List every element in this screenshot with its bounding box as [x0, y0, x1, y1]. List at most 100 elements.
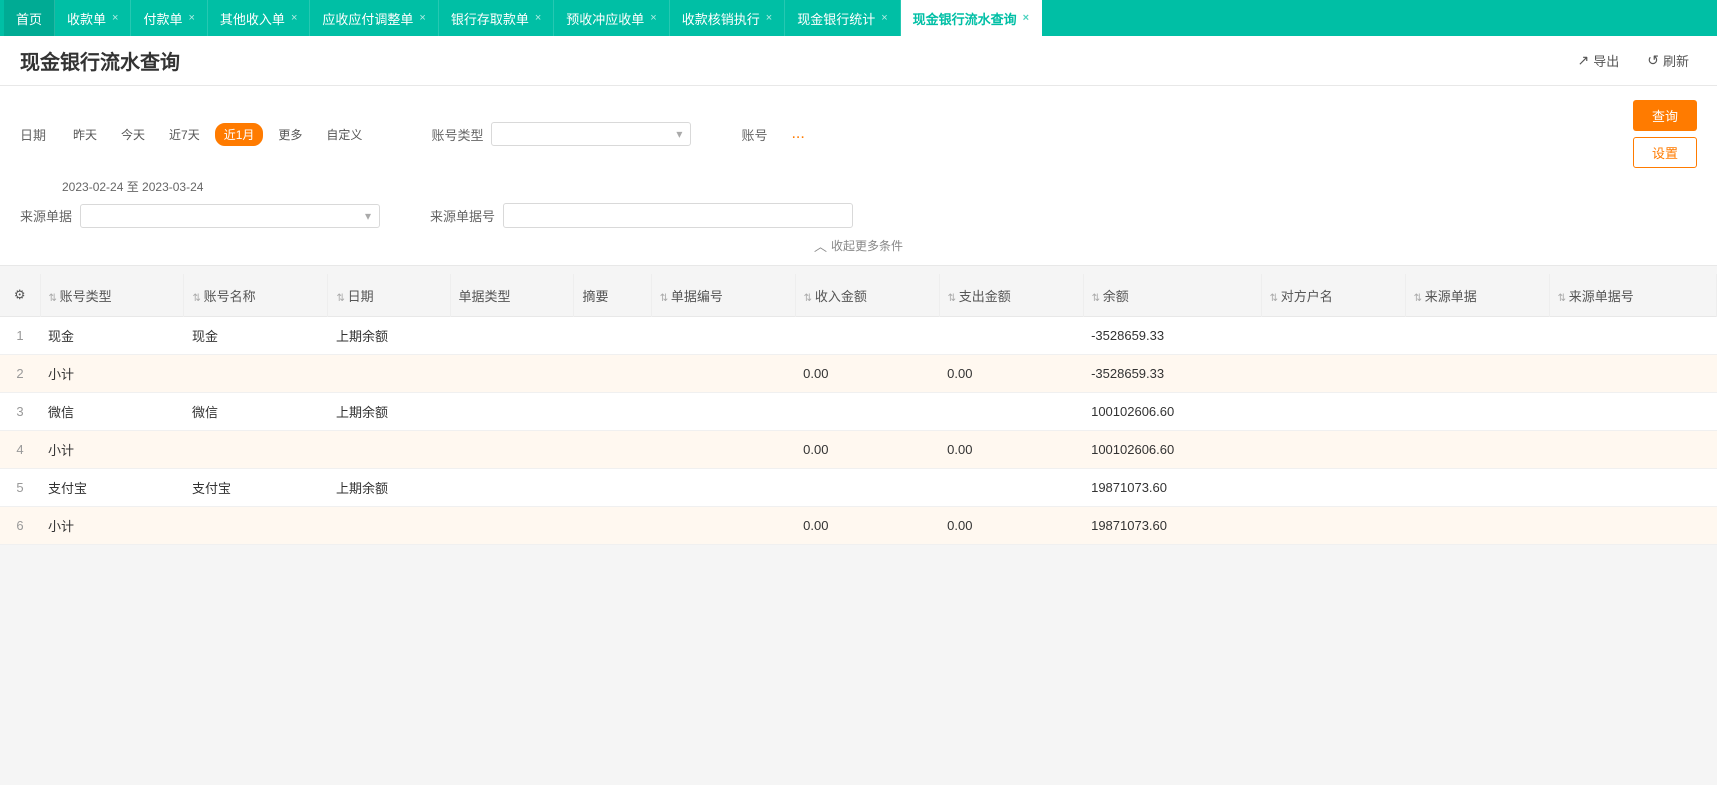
- cell-income: [795, 393, 939, 431]
- account-label: 账号: [741, 125, 777, 144]
- close-cash-flow-icon[interactable]: ×: [1023, 12, 1029, 24]
- nav-tab-bank-deposit[interactable]: 银行存取款单 ×: [439, 0, 554, 36]
- col-source-doc[interactable]: ⇅ 来源单据: [1405, 274, 1549, 317]
- nav-tab-payment[interactable]: 付款单 ×: [131, 0, 207, 36]
- cell-counterparty: [1261, 355, 1405, 393]
- cell-doc-type: [450, 507, 574, 545]
- col-expense[interactable]: ⇅ 支出金额: [939, 274, 1083, 317]
- date-btn-1month[interactable]: 近1月: [215, 123, 264, 146]
- cell-summary: [574, 469, 651, 507]
- settings-button[interactable]: 设置: [1633, 137, 1697, 168]
- nav-tab-home[interactable]: 首页: [4, 0, 55, 36]
- sort-icon: ⇅: [336, 293, 347, 304]
- cell-source-doc-no: [1549, 469, 1716, 507]
- col-source-doc-no[interactable]: ⇅ 来源单据号: [1549, 274, 1716, 317]
- source-doc-label: 来源单据: [20, 206, 72, 225]
- account-type-select[interactable]: ▾: [491, 122, 691, 146]
- date-filter-group: 日期 昨天 今天 近7天 近1月 更多 自定义: [20, 123, 371, 146]
- close-receipt-icon[interactable]: ×: [112, 12, 118, 24]
- cell-summary: [574, 393, 651, 431]
- chevron-up-icon: ︿: [814, 236, 827, 255]
- close-cash-stat-icon[interactable]: ×: [881, 12, 887, 24]
- query-button[interactable]: 查询: [1633, 100, 1697, 131]
- nav-tab-receipt[interactable]: 收款单 ×: [55, 0, 131, 36]
- cell-account-type: 小计: [40, 431, 184, 469]
- account-type-chevron-icon: ▾: [676, 127, 682, 141]
- export-button[interactable]: ↗ 导出: [1570, 47, 1628, 74]
- nav-tab-cash-flow[interactable]: 现金银行流水查询 ×: [901, 0, 1042, 36]
- date-btn-more[interactable]: 更多: [269, 123, 311, 146]
- cell-date: 上期余额: [328, 317, 450, 355]
- row-number: 4: [0, 431, 40, 469]
- cell-doc-type: [450, 431, 574, 469]
- cell-counterparty: [1261, 393, 1405, 431]
- data-table: ⚙ ⇅ 账号类型 ⇅ 账号名称 ⇅ 日期 单据类型 摘: [0, 274, 1717, 545]
- cell-account-name: [184, 355, 328, 393]
- cell-source-doc: [1405, 355, 1549, 393]
- cell-source-doc-no: [1549, 393, 1716, 431]
- table-row: 5支付宝支付宝上期余额19871073.60: [0, 469, 1717, 507]
- cell-source-doc: [1405, 317, 1549, 355]
- cell-balance: 100102606.60: [1083, 431, 1261, 469]
- table-row: 1现金现金上期余额-3528659.33: [0, 317, 1717, 355]
- sort-icon: ⇅: [804, 293, 815, 304]
- date-btn-yesterday[interactable]: 昨天: [64, 123, 106, 146]
- col-gear[interactable]: ⚙: [0, 274, 40, 317]
- close-other-income-icon[interactable]: ×: [291, 12, 297, 24]
- nav-tab-other-income[interactable]: 其他收入单 ×: [208, 0, 310, 36]
- col-doc-no[interactable]: ⇅ 单据编号: [651, 274, 795, 317]
- cell-counterparty: [1261, 317, 1405, 355]
- date-btn-custom[interactable]: 自定义: [317, 123, 371, 146]
- col-counterparty[interactable]: ⇅ 对方户名: [1261, 274, 1405, 317]
- cell-balance: 100102606.60: [1083, 393, 1261, 431]
- table-row: 4小计0.000.00100102606.60: [0, 431, 1717, 469]
- account-dots-button[interactable]: ...: [785, 123, 810, 145]
- row-number: 2: [0, 355, 40, 393]
- gear-icon[interactable]: ⚙: [9, 284, 31, 306]
- cell-expense: [939, 317, 1083, 355]
- collapse-bar[interactable]: ︿ 收起更多条件: [20, 232, 1697, 255]
- col-income[interactable]: ⇅ 收入金额: [795, 274, 939, 317]
- close-prepay-icon[interactable]: ×: [650, 12, 656, 24]
- nav-tab-writeoff[interactable]: 收款核销执行 ×: [670, 0, 785, 36]
- cell-account-type: 小计: [40, 507, 184, 545]
- date-btn-today[interactable]: 今天: [112, 123, 154, 146]
- nav-tab-cash-stat[interactable]: 现金银行统计 ×: [785, 0, 900, 36]
- close-payment-icon[interactable]: ×: [188, 12, 194, 24]
- cell-account-type: 小计: [40, 355, 184, 393]
- cell-source-doc-no: [1549, 507, 1716, 545]
- date-range-display: 2023-02-24 至 2023-03-24: [56, 178, 1697, 195]
- cell-account-type: 微信: [40, 393, 184, 431]
- date-btn-7days[interactable]: 近7天: [160, 123, 209, 146]
- col-date[interactable]: ⇅ 日期: [328, 274, 450, 317]
- cell-income: [795, 317, 939, 355]
- filter-row-2: 来源单据 ▾ 来源单据号: [20, 203, 1697, 228]
- cell-doc-type: [450, 355, 574, 393]
- cell-income: 0.00: [795, 507, 939, 545]
- source-doc-select[interactable]: ▾: [80, 204, 380, 228]
- cell-source-doc-no: [1549, 317, 1716, 355]
- cell-source-doc: [1405, 431, 1549, 469]
- cell-income: 0.00: [795, 431, 939, 469]
- export-icon: ↗: [1578, 52, 1590, 69]
- col-account-name[interactable]: ⇅ 账号名称: [184, 274, 328, 317]
- close-writeoff-icon[interactable]: ×: [766, 12, 772, 24]
- nav-tab-prepay-offset[interactable]: 预收冲应收单 ×: [554, 0, 669, 36]
- nav-tab-ar-ap-adjust[interactable]: 应收应付调整单 ×: [310, 0, 438, 36]
- close-bank-deposit-icon[interactable]: ×: [535, 12, 541, 24]
- close-ar-ap-icon[interactable]: ×: [419, 12, 425, 24]
- date-range-text: 2023-02-24 至 2023-03-24: [62, 180, 203, 194]
- col-account-type[interactable]: ⇅ 账号类型: [40, 274, 184, 317]
- col-balance[interactable]: ⇅ 余额: [1083, 274, 1261, 317]
- cell-doc-type: [450, 469, 574, 507]
- cell-doc-no: [651, 431, 795, 469]
- cell-balance: -3528659.33: [1083, 317, 1261, 355]
- refresh-icon: ↺: [1647, 52, 1659, 69]
- refresh-button[interactable]: ↺ 刷新: [1639, 47, 1697, 74]
- source-doc-no-input[interactable]: [503, 203, 853, 228]
- cell-summary: [574, 355, 651, 393]
- sort-icon: ⇅: [1414, 293, 1425, 304]
- cell-source-doc-no: [1549, 431, 1716, 469]
- account-type-filter-group: 账号类型 ▾: [431, 122, 691, 146]
- cell-doc-no: [651, 507, 795, 545]
